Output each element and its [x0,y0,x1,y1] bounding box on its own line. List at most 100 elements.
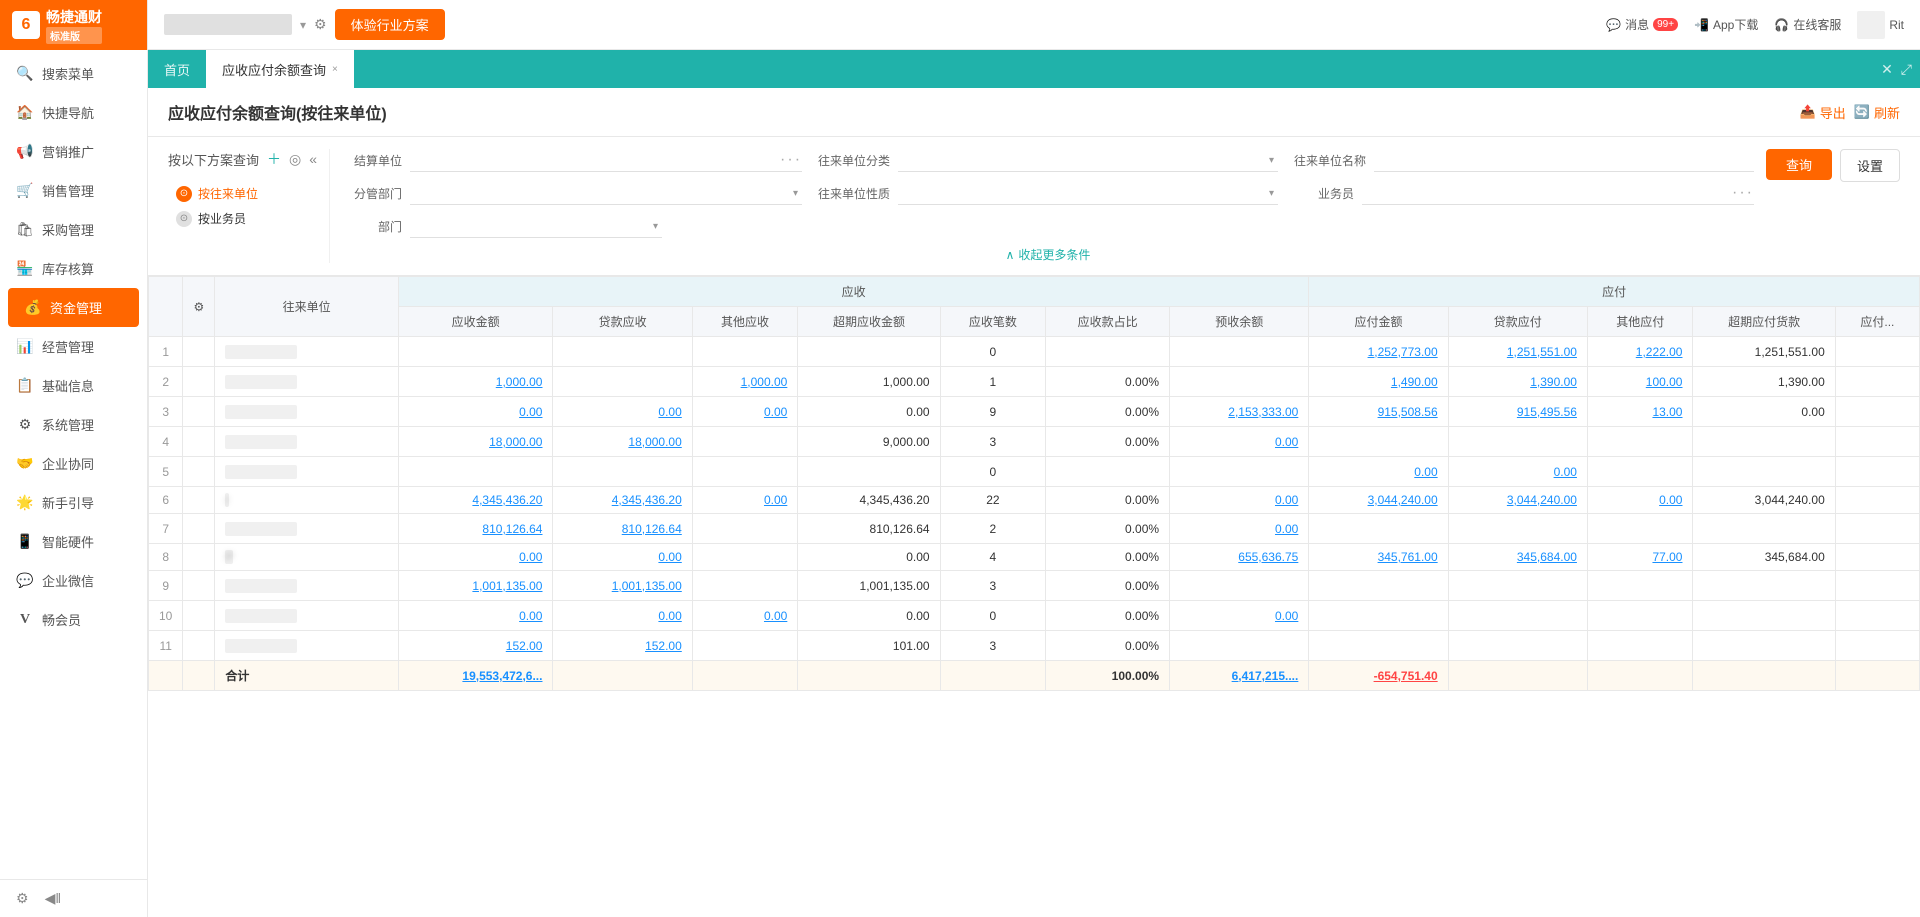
partner-category-input[interactable] [898,149,1265,171]
tab-maximize-icon[interactable]: ⤢ [1901,61,1912,78]
row-prepaid[interactable]: 2,153,333.00 [1170,397,1309,427]
query-btn[interactable]: 查询 [1766,149,1832,180]
sidebar-item-member[interactable]: V 畅会员 [0,600,147,639]
scheme-salesperson[interactable]: ⊙ 按业务员 [168,206,317,231]
sidebar-item-hardware[interactable]: 📱 智能硬件 [0,522,147,561]
filter-collapse-btn[interactable]: ∧ 收起更多条件 [342,246,1754,263]
tab-ar-query[interactable]: 应收应付余额查询 × [206,50,354,88]
sidebar-item-nav[interactable]: 🏠 快捷导航 [0,93,147,132]
row-other-ar[interactable]: 1,000.00 [692,367,798,397]
tab-close-icon[interactable]: × [332,64,338,75]
app-download-btn[interactable]: 📲 App下载 [1694,16,1758,33]
row-loan-ar[interactable]: 0.00 [553,397,692,427]
row-ap-amount[interactable]: 1,490.00 [1309,367,1448,397]
row-loan-ap[interactable]: 3,044,240.00 [1448,487,1587,514]
col-settings-icon[interactable]: ⚙ [193,300,204,314]
col-settings-header[interactable]: ⚙ [183,277,215,337]
salesperson-input[interactable] [1362,182,1732,204]
sidebar-item-operations[interactable]: 📊 经营管理 [0,327,147,366]
row-ar-amount[interactable]: 1,000.00 [398,367,553,397]
sidebar-item-basic[interactable]: 📋 基础信息 [0,366,147,405]
row-other-ap[interactable]: 1,222.00 [1587,337,1693,367]
row-other-ap[interactable]: 0.00 [1587,487,1693,514]
partner-nature-arrow-icon[interactable]: ▾ [1265,188,1278,199]
export-btn[interactable]: 📤 导出 [1800,103,1846,122]
sidebar-item-marketing[interactable]: 📢 营销推广 [0,132,147,171]
department-arrow-icon[interactable]: ▾ [789,188,802,199]
row-prepaid[interactable]: 655,636.75 [1170,544,1309,571]
row-prepaid[interactable]: 0.00 [1170,427,1309,457]
row-ar-amount[interactable]: 152.00 [398,631,553,661]
sidebar-item-search[interactable]: 🔍 搜索菜单 [0,54,147,93]
row-prepaid[interactable]: 0.00 [1170,487,1309,514]
row-ap-amount[interactable]: 3,044,240.00 [1309,487,1448,514]
row-other-ar[interactable]: 0.00 [692,601,798,631]
row-loan-ar[interactable]: 0.00 [553,601,692,631]
solution-btn[interactable]: 体验行业方案 [335,9,445,40]
row-other-ap[interactable]: 77.00 [1587,544,1693,571]
salesperson-dots-icon[interactable]: ··· [1732,184,1754,202]
partner-name-input[interactable] [1374,149,1754,172]
row-ap-amount[interactable]: 915,508.56 [1309,397,1448,427]
row-loan-ar[interactable]: 1,001,135.00 [553,571,692,601]
online-service-btn[interactable]: 🎧 在线客服 [1774,16,1841,33]
setting-btn[interactable]: 设置 [1840,149,1900,182]
topbar-gear-icon[interactable]: ⚙ [314,16,327,33]
department-input[interactable] [410,182,789,204]
row-ar-amount[interactable]: 4,345,436.20 [398,487,553,514]
scheme-partner[interactable]: ⊙ 按往来单位 [168,181,317,206]
row-other-ap[interactable]: 100.00 [1587,367,1693,397]
total-ap-amount[interactable]: -654,751.40 [1309,661,1448,691]
row-loan-ap[interactable]: 0.00 [1448,457,1587,487]
row-loan-ap[interactable]: 1,251,551.00 [1448,337,1587,367]
sidebar-item-guide[interactable]: 🌟 新手引导 [0,483,147,522]
row-prepaid[interactable]: 0.00 [1170,514,1309,544]
row-loan-ar[interactable]: 810,126.64 [553,514,692,544]
row-prepaid[interactable]: 0.00 [1170,601,1309,631]
row-ar-amount[interactable]: 810,126.64 [398,514,553,544]
row-ap-amount[interactable]: 1,252,773.00 [1309,337,1448,367]
sidebar-item-wechat[interactable]: 💬 企业微信 [0,561,147,600]
settlement-unit-input[interactable] [410,149,780,171]
department-input-wrap[interactable]: ▾ [410,182,802,205]
sidebar-item-purchase[interactable]: 🛍 采购管理 [0,210,147,249]
tab-close-window-icon[interactable]: ✕ [1881,61,1893,78]
row-ar-amount[interactable]: 0.00 [398,544,553,571]
sidebar-item-sales[interactable]: 🛒 销售管理 [0,171,147,210]
row-ar-amount[interactable]: 0.00 [398,397,553,427]
footer-settings-icon[interactable]: ⚙ [16,890,29,907]
row-other-ap[interactable]: 13.00 [1587,397,1693,427]
footer-collapse-icon[interactable]: ◀‖ [45,890,62,907]
sidebar-item-finance[interactable]: 💰 资金管理 [8,288,139,327]
topbar-dropdown-arrow[interactable]: ▾ [300,18,306,32]
partner-category-input-wrap[interactable]: ▾ [898,149,1278,172]
row-loan-ar[interactable]: 152.00 [553,631,692,661]
sidebar-item-inventory[interactable]: 🏪 库存核算 [0,249,147,288]
row-loan-ap[interactable]: 345,684.00 [1448,544,1587,571]
dept-arrow-icon[interactable]: ▾ [649,221,662,232]
dept-input-wrap[interactable]: ▾ [410,215,662,238]
total-ar-amount[interactable]: 19,553,472,6... [398,661,553,691]
settlement-unit-input-wrap[interactable]: ··· [410,149,802,172]
sidebar-item-system[interactable]: ⚙ 系统管理 [0,405,147,444]
row-ar-amount[interactable]: 0.00 [398,601,553,631]
sidebar-item-collab[interactable]: 🤝 企业协同 [0,444,147,483]
total-prepaid[interactable]: 6,417,215.... [1170,661,1309,691]
row-other-ar[interactable]: 0.00 [692,397,798,427]
partner-nature-input-wrap[interactable]: ▾ [898,182,1278,205]
row-loan-ap[interactable]: 1,390.00 [1448,367,1587,397]
filter-add-icon[interactable]: ＋ [267,149,281,169]
settlement-unit-dots-icon[interactable]: ··· [780,151,802,169]
row-loan-ar[interactable]: 4,345,436.20 [553,487,692,514]
tab-home[interactable]: 首页 [148,50,206,88]
row-loan-ar[interactable]: 0.00 [553,544,692,571]
dept-input[interactable] [410,215,649,237]
refresh-btn[interactable]: 🔄 刷新 [1854,103,1900,122]
partner-nature-input[interactable] [898,182,1265,204]
row-loan-ar[interactable]: 18,000.00 [553,427,692,457]
user-avatar-area[interactable]: Rit [1857,11,1904,39]
salesperson-input-wrap[interactable]: ··· [1362,182,1754,205]
message-btn[interactable]: 💬 消息 99+ [1606,16,1678,33]
filter-collapse-icon[interactable]: « [309,151,317,167]
partner-category-arrow-icon[interactable]: ▾ [1265,155,1278,166]
